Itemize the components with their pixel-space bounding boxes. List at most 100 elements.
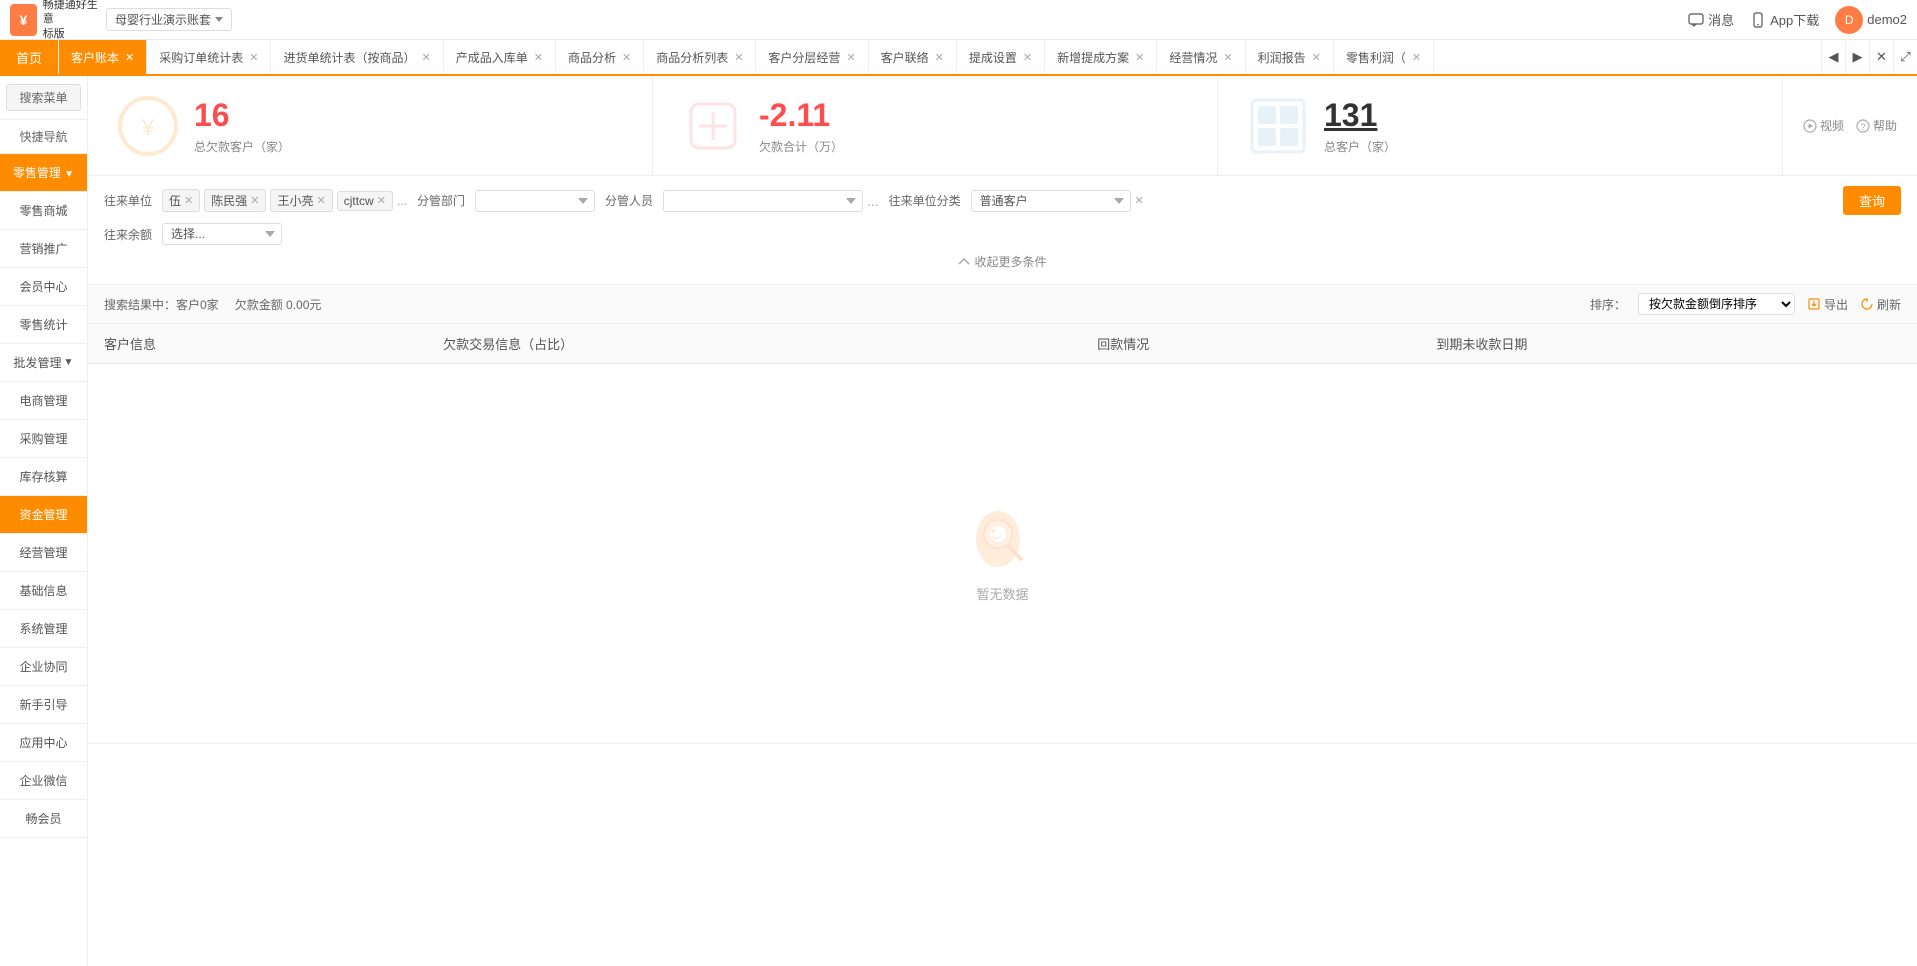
close-icon[interactable]: ✕: [125, 51, 134, 64]
tab-home[interactable]: 首页: [0, 40, 59, 75]
balance-filter-label: 往来余额: [104, 226, 152, 243]
close-icon[interactable]: ✕: [1135, 51, 1144, 64]
person-select[interactable]: [663, 190, 863, 212]
tab-customer-ledger[interactable]: 客户账本 ✕: [59, 40, 147, 75]
nav-prev-button[interactable]: ◀: [1821, 40, 1845, 75]
nav-close-all-button[interactable]: ✕: [1869, 40, 1893, 75]
balance-select[interactable]: 选择...: [162, 223, 282, 245]
empty-state: 暂无数据: [88, 424, 1917, 683]
collapse-button[interactable]: 收起更多条件: [958, 249, 1046, 274]
result-bar-right: 排序： 按欠款金额倒序排序 导出 刷新: [1590, 293, 1901, 315]
table-container: 客户信息 欠款交易信息（占比） 回款情况 到期未收款日期: [88, 324, 1917, 966]
sort-label: 排序：: [1590, 296, 1626, 313]
unit-type-select[interactable]: 普通客户: [971, 190, 1131, 212]
close-icon[interactable]: ✕: [1023, 51, 1032, 64]
main-layout: 搜索菜单 快捷导航 零售管理 ▼ 零售商城 营销推广 会员中心 零售统计 批发管…: [0, 76, 1917, 966]
empty-row: 暂无数据: [88, 364, 1917, 744]
sidebar-item-quick-nav[interactable]: 快捷导航: [0, 120, 87, 154]
remove-tag-chenminqiang[interactable]: ✕: [250, 194, 259, 207]
sidebar-item-marketing[interactable]: 营销推广: [0, 230, 87, 268]
tab-purchase-order-stats[interactable]: 采购订单统计表 ✕: [147, 40, 271, 75]
close-icon[interactable]: ✕: [846, 51, 855, 64]
tab-home-label: 首页: [16, 48, 42, 67]
unit-filter-tags: 伍 ✕ 陈民强 ✕ 王小亮 ✕ cjttcw ✕ ...: [162, 189, 407, 212]
close-icon[interactable]: ✕: [1312, 51, 1321, 64]
message-button[interactable]: 消息: [1688, 10, 1734, 29]
sidebar-item-system[interactable]: 系统管理: [0, 610, 87, 648]
tab-customer-layered[interactable]: 客户分层经营 ✕: [756, 40, 868, 75]
col-debt-info: 欠款交易信息（占比）: [427, 324, 1081, 364]
remove-unit-type[interactable]: ✕: [1135, 194, 1144, 207]
top-bar-left: ¥ 畅捷通好生意 标版 母婴行业演示账套: [10, 0, 232, 41]
message-label: 消息: [1708, 10, 1734, 29]
user-menu[interactable]: D demo2: [1835, 6, 1907, 34]
video-icon: [1803, 119, 1817, 133]
stat-content-total: 131 总客户（家）: [1324, 97, 1396, 155]
empty-text: 暂无数据: [976, 584, 1028, 603]
tab-profit-report[interactable]: 利润报告 ✕: [1246, 40, 1334, 75]
sidebar-item-retail-management[interactable]: 零售管理 ▼: [0, 154, 87, 192]
sidebar-item-operations[interactable]: 经营管理: [0, 534, 87, 572]
query-button[interactable]: 查询: [1843, 186, 1901, 215]
user-name: demo2: [1867, 12, 1907, 27]
sidebar-search-area: 搜索菜单: [0, 76, 87, 120]
person-more-icon[interactable]: ...: [867, 193, 879, 209]
tab-customer-contact[interactable]: 客户联络 ✕: [869, 40, 957, 75]
sidebar-item-enterprise-wechat[interactable]: 企业微信: [0, 762, 87, 800]
filter-more-tags[interactable]: ...: [397, 194, 407, 208]
sidebar-item-app-center[interactable]: 应用中心: [0, 724, 87, 762]
close-icon[interactable]: ✕: [1223, 51, 1232, 64]
sidebar-item-finance[interactable]: 资金管理: [0, 496, 87, 534]
filter-row-1: 往来单位 伍 ✕ 陈民强 ✕ 王小亮 ✕ cjttcw: [104, 186, 1901, 215]
tab-retail-profit[interactable]: 零售利润（ ✕: [1334, 40, 1434, 75]
filter-row-2: 往来余额 选择...: [104, 223, 1901, 245]
sidebar-item-member[interactable]: 畅会员: [0, 800, 87, 838]
nav-next-button[interactable]: ▶: [1845, 40, 1869, 75]
top-bar: ¥ 畅捷通好生意 标版 母婴行业演示账套 消息 App下载 D demo2: [0, 0, 1917, 40]
remove-tag-wangxiaoliang[interactable]: ✕: [317, 194, 326, 207]
close-icon[interactable]: ✕: [935, 51, 944, 64]
search-menu-button[interactable]: 搜索菜单: [6, 84, 81, 111]
close-icon[interactable]: ✕: [534, 51, 543, 64]
refresh-button[interactable]: 刷新: [1860, 296, 1901, 313]
video-button[interactable]: 视频: [1803, 117, 1844, 134]
sidebar-item-purchase[interactable]: 采购管理: [0, 420, 87, 458]
close-icon[interactable]: ✕: [734, 51, 743, 64]
remove-tag-cjttcw[interactable]: ✕: [377, 194, 386, 207]
sidebar-item-inventory[interactable]: 库存核算: [0, 458, 87, 496]
sidebar-item-ecommerce[interactable]: 电商管理: [0, 382, 87, 420]
tab-commission-settings[interactable]: 提成设置 ✕: [957, 40, 1045, 75]
sidebar: 搜索菜单 快捷导航 零售管理 ▼ 零售商城 营销推广 会员中心 零售统计 批发管…: [0, 76, 88, 966]
remove-tag-wu[interactable]: ✕: [184, 194, 193, 207]
tab-product-analysis[interactable]: 商品分析 ✕: [556, 40, 644, 75]
store-selector[interactable]: 母婴行业演示账套: [106, 8, 232, 31]
tab-customer-ledger-label: 客户账本: [71, 49, 119, 66]
sidebar-item-enterprise-collab[interactable]: 企业协同: [0, 648, 87, 686]
sidebar-item-member-center[interactable]: 会员中心: [0, 268, 87, 306]
dept-select[interactable]: [475, 190, 595, 212]
tab-product-analysis-list[interactable]: 商品分析列表 ✕: [644, 40, 756, 75]
help-button[interactable]: ? 帮助: [1856, 117, 1897, 134]
sidebar-item-basic-info[interactable]: 基础信息: [0, 572, 87, 610]
close-icon[interactable]: ✕: [622, 51, 631, 64]
sort-select[interactable]: 按欠款金额倒序排序: [1638, 293, 1795, 315]
sidebar-item-retail-mall[interactable]: 零售商城: [0, 192, 87, 230]
sidebar-item-retail-stats[interactable]: 零售统计: [0, 306, 87, 344]
col-customer-info: 客户信息: [88, 324, 427, 364]
tab-product-warehousing[interactable]: 产成品入库单 ✕: [444, 40, 556, 75]
close-icon[interactable]: ✕: [249, 51, 258, 64]
tab-stock-stats[interactable]: 进货单统计表（按商品） ✕: [271, 40, 443, 75]
stats-row: ¥ 16 总欠款客户（家） -2.11 欠款合计（万）: [88, 76, 1917, 176]
close-icon[interactable]: ✕: [1412, 51, 1421, 64]
tab-add-commission[interactable]: 新增提成方案 ✕: [1045, 40, 1157, 75]
export-button[interactable]: 导出: [1807, 296, 1848, 313]
tab-business-status[interactable]: 经营情况 ✕: [1157, 40, 1245, 75]
svg-text:?: ?: [1860, 122, 1865, 132]
app-download-button[interactable]: App下载: [1750, 10, 1819, 29]
logo-icon: ¥: [10, 4, 37, 36]
close-icon[interactable]: ✕: [422, 51, 431, 64]
sidebar-item-newbie-guide[interactable]: 新手引导: [0, 686, 87, 724]
sidebar-item-wholesale[interactable]: 批发管理 ▼: [0, 344, 87, 382]
filter-area: 往来单位 伍 ✕ 陈民强 ✕ 王小亮 ✕ cjttcw: [88, 176, 1917, 285]
nav-expand-button[interactable]: ⤢: [1893, 40, 1917, 75]
